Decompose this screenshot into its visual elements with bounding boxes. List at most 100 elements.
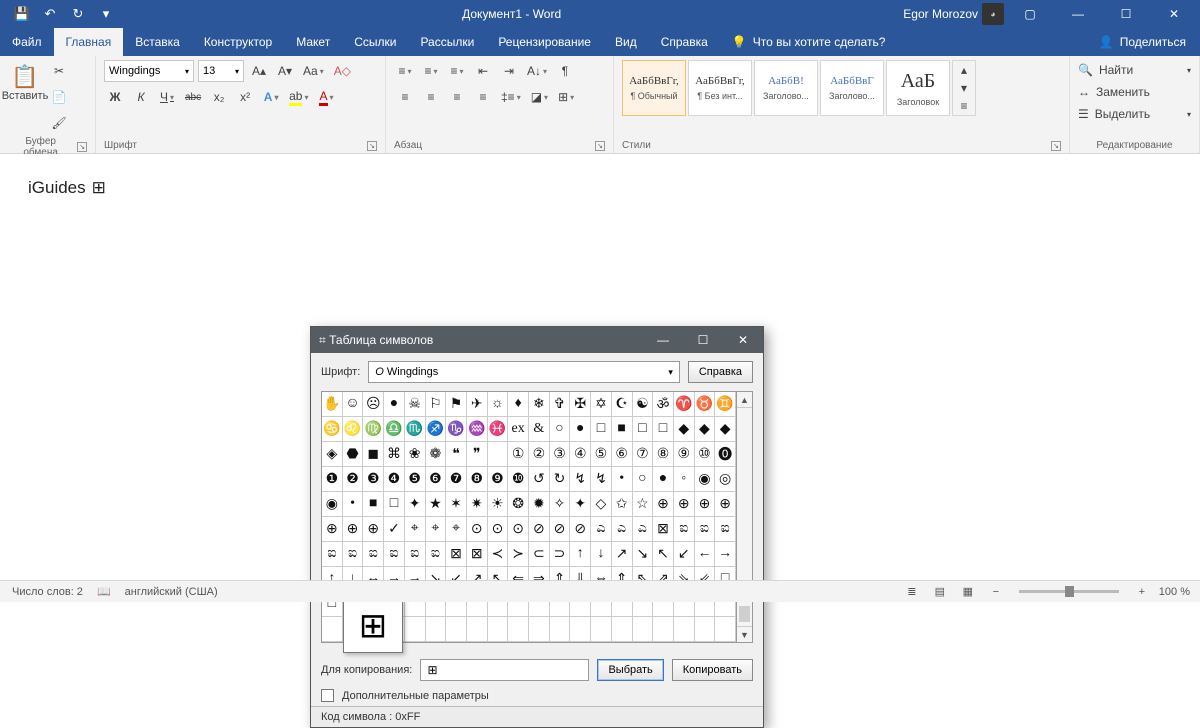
minimize-button[interactable]: —	[1056, 0, 1100, 28]
char-cell[interactable]: ≻	[508, 542, 529, 567]
char-cell[interactable]: ✈	[467, 392, 488, 417]
char-cell[interactable]	[674, 617, 695, 642]
save-icon[interactable]: 💾	[8, 0, 36, 28]
char-cell[interactable]: ✶	[446, 492, 467, 517]
redo-icon[interactable]: ↻	[64, 0, 92, 28]
char-cell[interactable]: ☺	[343, 392, 364, 417]
clipboard-launcher[interactable]: ↘	[77, 142, 87, 152]
underline-button[interactable]: Ч	[156, 86, 178, 108]
customize-qat-icon[interactable]: ▾	[92, 0, 120, 28]
shading-button[interactable]: ◪	[528, 86, 551, 108]
char-cell[interactable]: ⑩	[695, 442, 716, 467]
tab-insert[interactable]: Вставка	[123, 28, 192, 56]
grow-font-button[interactable]: A▴	[248, 60, 270, 82]
shrink-font-button[interactable]: A▾	[274, 60, 296, 82]
char-cell[interactable]: ♋	[322, 417, 343, 442]
char-cell[interactable]: ☠	[405, 392, 426, 417]
char-cell[interactable]: ♦	[508, 392, 529, 417]
char-cell[interactable]: ॐ	[653, 392, 674, 417]
char-cell[interactable]: ⑦	[633, 442, 654, 467]
highlight-button[interactable]: ab	[286, 86, 311, 108]
styles-launcher[interactable]: ↘	[1051, 141, 1061, 151]
char-cell[interactable]: ⊘	[570, 517, 591, 542]
char-cell[interactable]: ⊠	[446, 542, 467, 567]
grid-scrollbar[interactable]: ▲ ▼	[737, 391, 753, 643]
bullets-button[interactable]: ≡	[394, 60, 416, 82]
char-cell[interactable]	[550, 617, 571, 642]
char-cell[interactable]: ♏	[405, 417, 426, 442]
char-cell[interactable]: ಐ	[405, 542, 426, 567]
styles-row-down[interactable]: ▾	[953, 79, 975, 97]
view-web-layout[interactable]: ▦	[957, 582, 979, 602]
dialog-titlebar[interactable]: ⌗ Таблица символов — ☐ ✕	[311, 327, 763, 353]
cut-button[interactable]: ✂	[48, 60, 70, 82]
char-cell[interactable]: ⊕	[674, 492, 695, 517]
char-cell[interactable]	[446, 617, 467, 642]
justify-button[interactable]: ≡	[472, 86, 494, 108]
language-status[interactable]: английский (США)	[125, 586, 218, 598]
char-cell[interactable]: ☆	[633, 492, 654, 517]
char-cell[interactable]: ⊃	[550, 542, 571, 567]
char-cell[interactable]: ♉	[695, 392, 716, 417]
font-name-combo[interactable]: Wingdings▾	[104, 60, 194, 82]
char-cell[interactable]: ⊕	[695, 492, 716, 517]
char-cell[interactable]: &	[529, 417, 550, 442]
select-button[interactable]: ☰Выделить▾	[1078, 104, 1191, 124]
char-cell[interactable]: ✡	[591, 392, 612, 417]
char-cell[interactable]: ✷	[467, 492, 488, 517]
char-cell[interactable]: ↓	[591, 542, 612, 567]
char-cell[interactable]: •	[343, 492, 364, 517]
char-cell[interactable]: ✠	[570, 392, 591, 417]
char-cell[interactable]: ♑	[446, 417, 467, 442]
char-cell[interactable]: ❽	[467, 467, 488, 492]
copy-button[interactable]: 📄	[48, 86, 70, 108]
char-cell[interactable]: ⊙	[488, 517, 509, 542]
numbering-button[interactable]: ≡	[420, 60, 442, 82]
line-spacing-button[interactable]: ‡≡	[498, 86, 524, 108]
styles-row-up[interactable]: ▴	[953, 61, 975, 79]
char-cell[interactable]: ⊘	[529, 517, 550, 542]
char-cell[interactable]: □	[633, 417, 654, 442]
char-cell[interactable]: ♒	[467, 417, 488, 442]
char-cell[interactable]: ಐ	[715, 517, 736, 542]
increase-indent-button[interactable]: ⇥	[498, 60, 520, 82]
char-cell[interactable]: ❺	[405, 467, 426, 492]
char-cell[interactable]: ◈	[322, 442, 343, 467]
char-cell[interactable]: ◇	[591, 492, 612, 517]
char-cell[interactable]	[488, 442, 509, 467]
char-cell[interactable]: ✧	[550, 492, 571, 517]
tab-design[interactable]: Конструктор	[192, 28, 284, 56]
char-cell[interactable]: ④	[570, 442, 591, 467]
style-title[interactable]: АаБЗаголовок	[886, 60, 950, 116]
char-cell[interactable]: ⬣	[343, 442, 364, 467]
char-cell[interactable]: □	[384, 492, 405, 517]
char-cell[interactable]: ◉	[322, 492, 343, 517]
user-avatar[interactable]: ◕	[982, 3, 1004, 25]
user-name[interactable]: Egor Morozov	[903, 7, 978, 21]
style-heading2[interactable]: АаБбВвГЗаголово...	[820, 60, 884, 116]
char-cell[interactable]: ❞	[467, 442, 488, 467]
char-cell[interactable]: ✞	[550, 392, 571, 417]
char-cell[interactable]: ❀	[405, 442, 426, 467]
char-cell[interactable]	[488, 617, 509, 642]
superscript-button[interactable]: x²	[234, 86, 256, 108]
char-cell[interactable]: ☯	[633, 392, 654, 417]
style-no-spacing[interactable]: АаБбВвГг,¶ Без инт...	[688, 60, 752, 116]
char-cell[interactable]: →	[715, 542, 736, 567]
char-cell[interactable]: ❿	[508, 467, 529, 492]
char-cell[interactable]: ①	[508, 442, 529, 467]
align-right-button[interactable]: ≡	[446, 86, 468, 108]
char-cell[interactable]: ♈	[674, 392, 695, 417]
char-cell[interactable]: ⊙	[508, 517, 529, 542]
char-cell[interactable]	[570, 617, 591, 642]
char-cell[interactable]: ●	[384, 392, 405, 417]
char-cell[interactable]: ♐	[426, 417, 447, 442]
char-cell[interactable]: ⊕	[653, 492, 674, 517]
dialog-close[interactable]: ✕	[723, 327, 763, 353]
char-cell[interactable]: ❶	[322, 467, 343, 492]
char-cell[interactable]	[695, 617, 716, 642]
char-cell[interactable]: ↙	[674, 542, 695, 567]
char-cell[interactable]	[591, 617, 612, 642]
char-cell[interactable]: ❄	[529, 392, 550, 417]
char-cell[interactable]: ⑥	[612, 442, 633, 467]
